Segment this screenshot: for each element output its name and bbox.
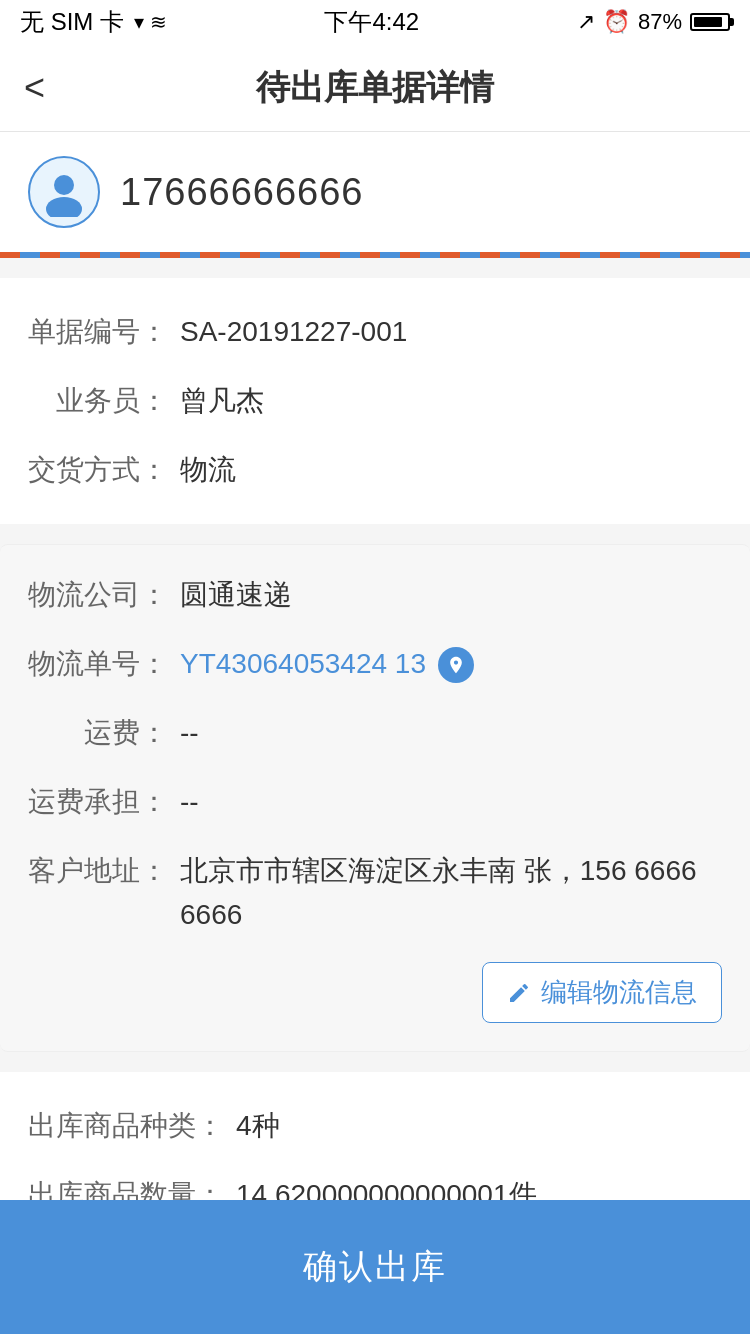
status-bar: 无 SIM 卡 ▾ ≋ 下午4:42 ↗ ⏰ 87% [0, 0, 750, 44]
address-row: 客户地址： 北京市市辖区海淀区永丰南 张，156 6666 6666 [28, 849, 722, 939]
time-text: 下午4:42 [324, 6, 419, 38]
user-phone: 17666666666 [120, 171, 363, 214]
freight-bearer-value: -- [180, 780, 722, 825]
edit-logistics-button[interactable]: 编辑物流信息 [482, 962, 722, 1023]
order-info-section: 单据编号： SA-20191227-001 业务员： 曾凡杰 交货方式： 物流 [0, 278, 750, 524]
user-header: 17666666666 [0, 132, 750, 252]
tracking-value: YT43064053424 13 [180, 642, 722, 687]
delivery-row: 交货方式： 物流 [28, 448, 722, 493]
page-title: 待出库单据详情 [256, 65, 494, 111]
location-status-icon: ↗ [577, 9, 595, 35]
bottom-bar: 确认出库 [0, 1200, 750, 1334]
edit-icon [507, 981, 531, 1005]
tracking-label: 物流单号： [28, 642, 168, 687]
status-left: 无 SIM 卡 ▾ ≋ [20, 6, 167, 38]
freight-bearer-row: 运费承担： -- [28, 780, 722, 825]
goods-types-label: 出库商品种类： [28, 1104, 224, 1149]
order-number-row: 单据编号： SA-20191227-001 [28, 310, 722, 355]
delivery-value: 物流 [180, 448, 722, 493]
svg-point-0 [54, 175, 74, 195]
separator [0, 1052, 750, 1072]
freight-row: 运费： -- [28, 711, 722, 756]
status-right: ↗ ⏰ 87% [577, 9, 730, 35]
logistics-company-value: 圆通速递 [180, 573, 722, 618]
location-icon[interactable] [438, 647, 474, 683]
goods-types-value: 4种 [236, 1104, 722, 1149]
battery-text: 87% [638, 9, 682, 35]
nav-bar: < 待出库单据详情 [0, 44, 750, 132]
edit-btn-wrapper: 编辑物流信息 [28, 962, 722, 1023]
avatar [28, 156, 100, 228]
freight-value: -- [180, 711, 722, 756]
salesman-row: 业务员： 曾凡杰 [28, 379, 722, 424]
svg-point-1 [46, 197, 82, 217]
alarm-icon: ⏰ [603, 9, 630, 35]
address-label: 客户地址： [28, 849, 168, 894]
carrier-text: 无 SIM 卡 [20, 6, 124, 38]
delivery-label: 交货方式： [28, 448, 168, 493]
wifi-icon: ▾ ≋ [134, 10, 167, 34]
goods-types-row: 出库商品种类： 4种 [28, 1104, 722, 1149]
tracking-row: 物流单号： YT43064053424 13 [28, 642, 722, 687]
dashed-divider [0, 252, 750, 258]
salesman-value: 曾凡杰 [180, 379, 722, 424]
battery-icon [690, 13, 730, 31]
order-number-value: SA-20191227-001 [180, 310, 722, 355]
salesman-label: 业务员： [28, 379, 168, 424]
address-value: 北京市市辖区海淀区永丰南 张，156 6666 6666 [180, 849, 722, 939]
logistics-section: 物流公司： 圆通速递 物流单号： YT43064053424 13 运费： --… [0, 544, 750, 1052]
order-number-label: 单据编号： [28, 310, 168, 355]
back-button[interactable]: < [24, 67, 45, 109]
confirm-button[interactable]: 确认出库 [24, 1224, 726, 1310]
logistics-company-row: 物流公司： 圆通速递 [28, 573, 722, 618]
freight-bearer-label: 运费承担： [28, 780, 168, 825]
logistics-company-label: 物流公司： [28, 573, 168, 618]
freight-label: 运费： [28, 711, 168, 756]
